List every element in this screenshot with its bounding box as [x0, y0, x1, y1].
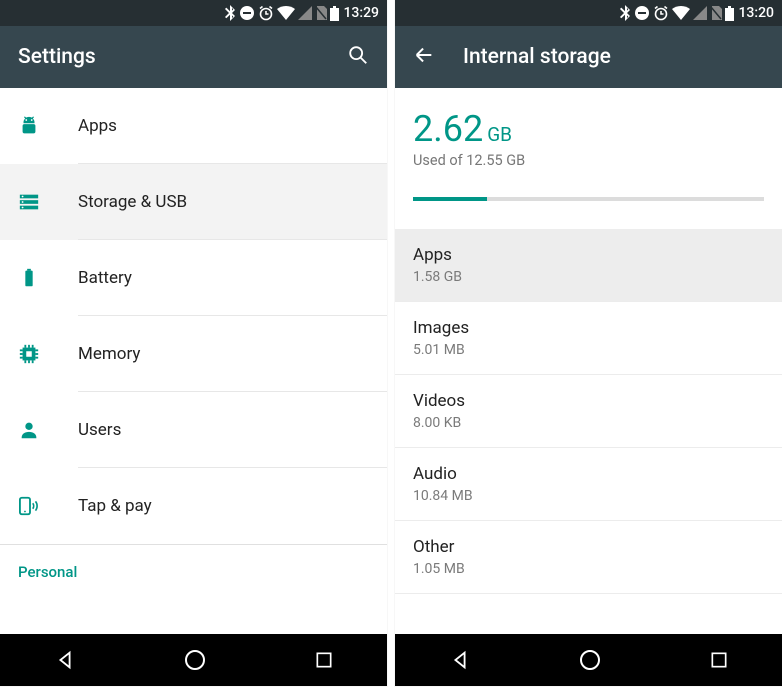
storage-row-other[interactable]: Other 1.05 MB [395, 521, 782, 594]
storage-icon [18, 191, 78, 213]
row-label: Images [413, 318, 764, 338]
row-value: 10.84 MB [413, 488, 764, 504]
nav-bar [395, 634, 782, 686]
row-label: Battery [78, 240, 387, 316]
storage-row-audio[interactable]: Audio 10.84 MB [395, 448, 782, 521]
back-icon[interactable] [413, 44, 435, 70]
settings-screen: 13:29 Settings Apps Storage & USB Batter… [0, 0, 387, 686]
wifi-icon [277, 6, 295, 20]
status-bar: 13:29 [0, 0, 387, 26]
storage-progress [413, 197, 764, 201]
row-label: Tap & pay [78, 468, 387, 544]
nav-back-icon[interactable] [54, 649, 76, 671]
row-label: Apps [413, 245, 764, 265]
nav-recent-icon[interactable] [709, 650, 729, 670]
memory-icon [18, 343, 78, 365]
nav-home-icon[interactable] [578, 648, 602, 672]
row-label: Users [78, 392, 387, 468]
settings-row-storage[interactable]: Storage & USB [0, 164, 387, 240]
signal-icon [693, 6, 707, 20]
alarm-icon [258, 5, 274, 21]
signal-icon [298, 6, 312, 20]
used-unit: GB [487, 123, 512, 146]
search-icon[interactable] [347, 44, 369, 70]
nav-back-icon[interactable] [449, 649, 471, 671]
status-time: 13:29 [343, 5, 379, 21]
row-label: Videos [413, 391, 764, 411]
row-value: 1.05 MB [413, 561, 764, 577]
row-label: Memory [78, 316, 387, 392]
row-label: Apps [78, 88, 387, 164]
storage-screen: 13:20 Internal storage 2.62GB Used of 12… [395, 0, 782, 686]
nav-bar [0, 634, 387, 686]
bluetooth-icon [619, 5, 631, 21]
used-caption: Used of 12.55 GB [413, 152, 764, 169]
battery-icon [18, 267, 78, 289]
status-bar: 13:20 [395, 0, 782, 26]
row-value: 5.01 MB [413, 342, 764, 358]
settings-row-apps[interactable]: Apps [0, 88, 387, 164]
tap-pay-icon [18, 495, 78, 517]
nav-recent-icon[interactable] [314, 650, 334, 670]
storage-content: 2.62GB Used of 12.55 GB Apps 1.58 GB Ima… [395, 88, 782, 634]
row-label: Other [413, 537, 764, 557]
settings-list: Apps Storage & USB Battery Memory Users [0, 88, 387, 634]
settings-row-tap-pay[interactable]: Tap & pay [0, 468, 387, 544]
dnd-icon [634, 5, 650, 21]
page-title: Internal storage [463, 45, 764, 69]
app-bar: Settings [0, 26, 387, 88]
page-title: Settings [18, 45, 319, 69]
status-time: 13:20 [738, 5, 774, 21]
storage-row-apps[interactable]: Apps 1.58 GB [395, 229, 782, 302]
section-personal: Personal [0, 544, 387, 597]
no-sim-icon [315, 6, 327, 20]
battery-icon [725, 6, 734, 21]
row-label: Storage & USB [78, 164, 387, 240]
row-label: Audio [413, 464, 764, 484]
dnd-icon [239, 5, 255, 21]
row-value: 8.00 KB [413, 415, 764, 431]
storage-row-images[interactable]: Images 5.01 MB [395, 302, 782, 375]
settings-row-users[interactable]: Users [0, 392, 387, 468]
alarm-icon [653, 5, 669, 21]
bluetooth-icon [224, 5, 236, 21]
battery-icon [330, 6, 339, 21]
users-icon [18, 419, 78, 441]
apps-icon [18, 115, 78, 137]
nav-home-icon[interactable] [183, 648, 207, 672]
settings-row-memory[interactable]: Memory [0, 316, 387, 392]
settings-row-battery[interactable]: Battery [0, 240, 387, 316]
storage-row-videos[interactable]: Videos 8.00 KB [395, 375, 782, 448]
no-sim-icon [710, 6, 722, 20]
wifi-icon [672, 6, 690, 20]
row-value: 1.58 GB [413, 269, 764, 285]
used-value: 2.62 [413, 108, 483, 150]
storage-summary: 2.62GB Used of 12.55 GB [395, 88, 782, 183]
app-bar: Internal storage [395, 26, 782, 88]
